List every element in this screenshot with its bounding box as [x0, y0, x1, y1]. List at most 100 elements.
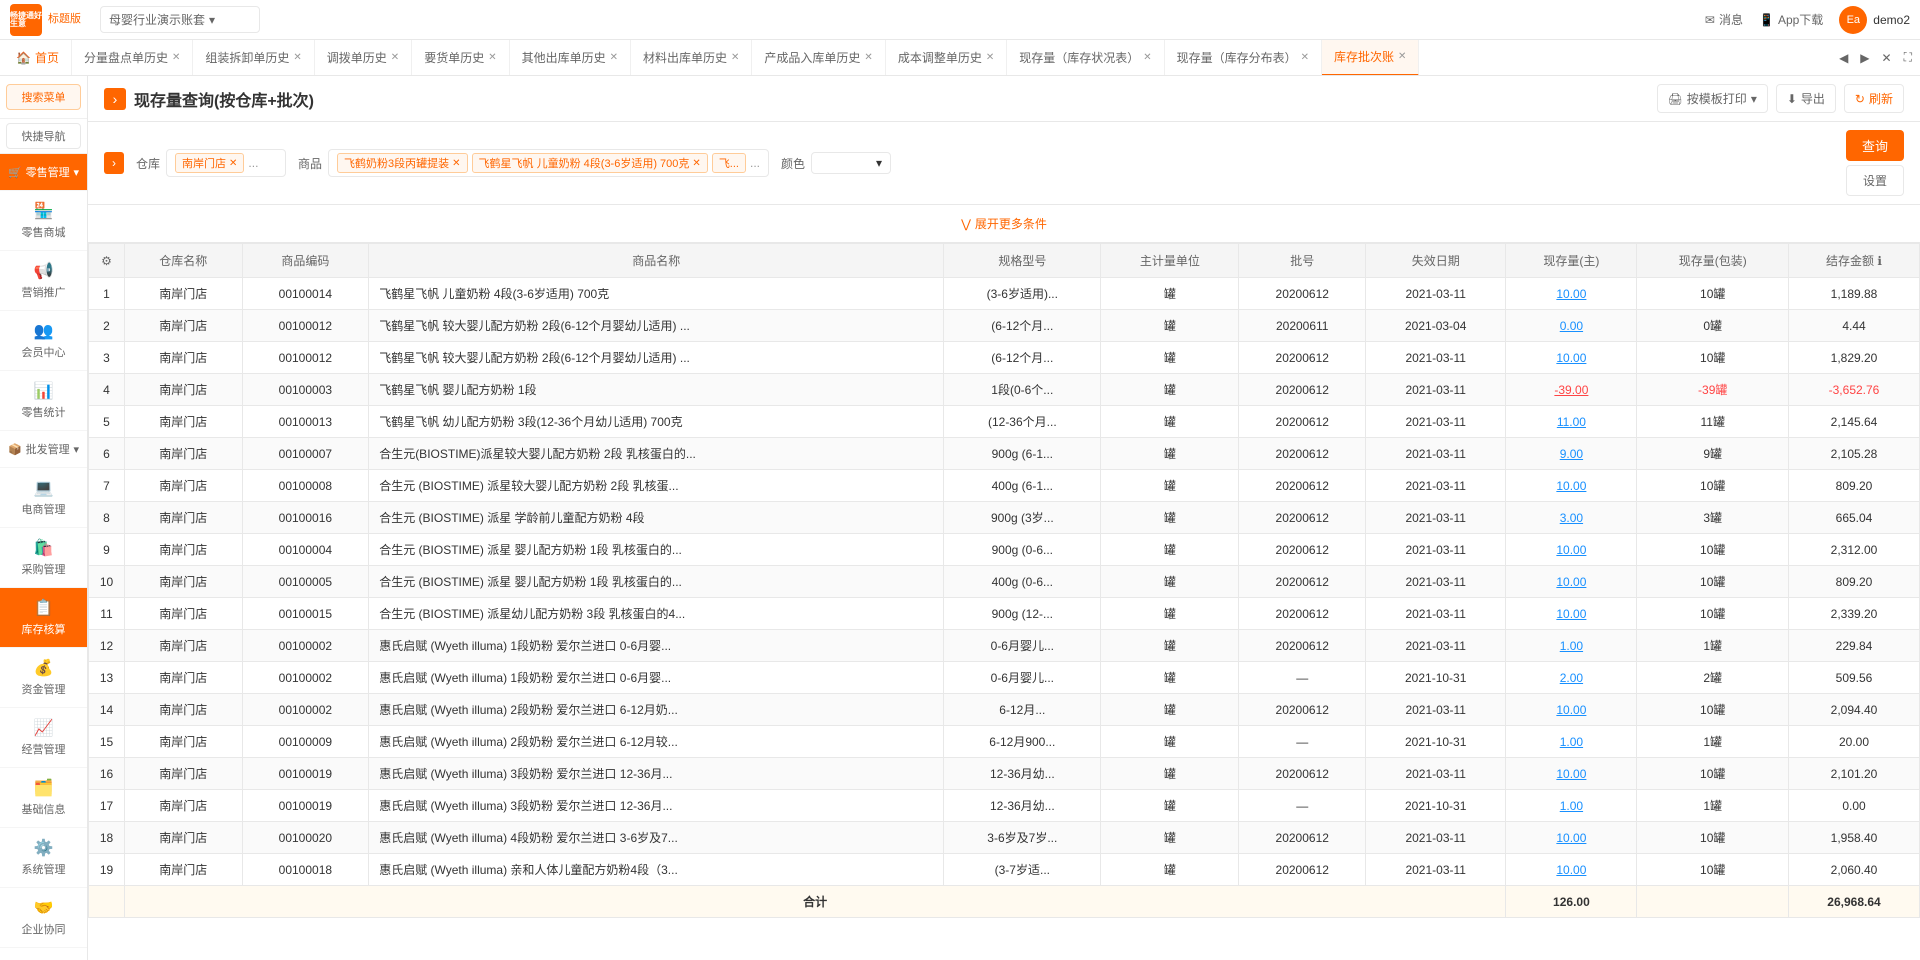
color-filter-input[interactable]: ▾	[811, 152, 891, 174]
app-download-button[interactable]: 📱 App下载	[1759, 11, 1823, 28]
user-avatar: Ea	[1839, 6, 1867, 34]
cell-warehouse: 南岸门店	[125, 534, 243, 566]
tab-other-out[interactable]: 其他出库单历史 ✕	[510, 40, 631, 76]
tab-prod-in[interactable]: 产成品入库单历史 ✕	[752, 40, 885, 76]
tab-inventory-dist[interactable]: 现存量（库存分布表） ✕	[1165, 40, 1322, 76]
cell-unit: 罐	[1101, 790, 1239, 822]
tab-other-out-close[interactable]: ✕	[610, 52, 618, 63]
cell-qty-pkg: 10罐	[1637, 758, 1789, 790]
tab-inventory-status[interactable]: 现存量（库存状况表） ✕	[1007, 40, 1164, 76]
sidebar-item-system[interactable]: ⚙️ 系统管理	[0, 828, 87, 888]
quick-nav-button[interactable]: 快捷导航	[6, 123, 81, 149]
setting-button[interactable]: 设置	[1846, 165, 1904, 196]
tab-cost-adj[interactable]: 成本调整单历史 ✕	[886, 40, 1007, 76]
tab-home[interactable]: 🏠 首页	[4, 40, 72, 76]
tab-yaohuo-close[interactable]: ✕	[488, 52, 496, 63]
sidebar-item-wholesale[interactable]: 📦 批发管理 ▾	[0, 431, 87, 468]
cell-qty-main[interactable]: 10.00	[1506, 566, 1637, 598]
cell-qty-main[interactable]: 2.00	[1506, 662, 1637, 694]
filter-product: 商品 飞鹤奶粉3段丙罐提装 ✕ 飞鹤星飞帆 儿童奶粉 4段(3-6岁适用) 70…	[298, 149, 769, 177]
sidebar-item-member[interactable]: 👥 会员中心	[0, 311, 87, 371]
filter-expand-button[interactable]: ›	[104, 152, 124, 174]
cell-qty-main[interactable]: 10.00	[1506, 598, 1637, 630]
sidebar-item-operations[interactable]: 📈 经营管理	[0, 708, 87, 768]
sidebar-item-enterprise[interactable]: 🤝 企业协同	[0, 888, 87, 948]
industry-select[interactable]: 母婴行业演示账套 ▾	[100, 6, 260, 33]
cell-qty-main[interactable]: 10.00	[1506, 534, 1637, 566]
sidebar-item-ecommerce[interactable]: 💻 电商管理	[0, 468, 87, 528]
tab-inventory-dist-close[interactable]: ✕	[1301, 52, 1309, 63]
tab-inventory-status-close[interactable]: ✕	[1143, 52, 1151, 63]
warehouse-filter-input[interactable]: 南岸门店 ✕ ...	[166, 149, 286, 177]
sidebar-item-inventory[interactable]: 📋 库存核算	[0, 588, 87, 648]
cell-spec: 3-6岁及7岁...	[944, 822, 1101, 854]
print-dropdown-icon: ▾	[1751, 92, 1757, 106]
sidebar-item-retail-mall[interactable]: 🏪 零售商城	[0, 191, 87, 251]
sidebar-item-retail-stats[interactable]: 📊 零售统计	[0, 371, 87, 431]
tab-zuchai-close[interactable]: ✕	[293, 52, 301, 63]
tab-fullscreen-button[interactable]: ⛶	[1900, 48, 1916, 67]
cell-qty-main[interactable]: 1.00	[1506, 790, 1637, 822]
tab-yaohuo[interactable]: 要货单历史 ✕	[412, 40, 509, 76]
col-settings[interactable]: ⚙	[89, 244, 125, 278]
refresh-button[interactable]: ↻ 刷新	[1844, 84, 1904, 113]
sidebar-item-purchase[interactable]: 🛍️ 采购管理	[0, 528, 87, 588]
cell-qty-main[interactable]: 10.00	[1506, 758, 1637, 790]
cell-qty-main[interactable]: 10.00	[1506, 278, 1637, 310]
tab-fenban[interactable]: 分量盘点单历史 ✕	[72, 40, 193, 76]
tab-batch-voucher[interactable]: 库存批次账 ✕	[1322, 40, 1419, 76]
search-menu-button[interactable]: 搜索菜单	[6, 84, 81, 110]
tab-prod-in-close[interactable]: ✕	[864, 52, 872, 63]
print-button[interactable]: 🖨 按模板打印 ▾	[1657, 84, 1768, 113]
cell-batch: 20200612	[1239, 758, 1366, 790]
cell-qty-main[interactable]: 10.00	[1506, 342, 1637, 374]
tab-batch-voucher-close[interactable]: ✕	[1398, 51, 1406, 62]
cell-batch: 20200612	[1239, 694, 1366, 726]
tab-prev-button[interactable]: ◀	[1835, 49, 1852, 67]
cell-qty-pkg: 0罐	[1637, 310, 1789, 342]
tab-cost-adj-close[interactable]: ✕	[986, 52, 994, 63]
col-warehouse: 仓库名称	[125, 244, 243, 278]
cell-qty-main[interactable]: 1.00	[1506, 630, 1637, 662]
sidebar-item-finance[interactable]: 💰 资金管理	[0, 648, 87, 708]
product-filter-more[interactable]: ...	[750, 156, 760, 170]
cell-warehouse: 南岸门店	[125, 790, 243, 822]
cell-balance: 2,312.00	[1789, 534, 1920, 566]
product-tag-2-remove[interactable]: ✕	[692, 158, 700, 169]
sidebar-item-guide[interactable]: 📖 新手引导	[0, 948, 87, 960]
cell-qty-main[interactable]: 0.00	[1506, 310, 1637, 342]
cell-qty-main[interactable]: 9.00	[1506, 438, 1637, 470]
tab-diaobo-close[interactable]: ✕	[391, 52, 399, 63]
tab-zuchai[interactable]: 组装拆卸单历史 ✕	[193, 40, 314, 76]
cell-qty-main[interactable]: -39.00	[1506, 374, 1637, 406]
warehouse-filter-more[interactable]: ...	[248, 156, 258, 170]
col-qty-main: 现存量(主)	[1506, 244, 1637, 278]
message-button[interactable]: ✉ 消息	[1705, 11, 1743, 28]
cell-product-name: 合生元 (BIOSTIME) 派星 婴儿配方奶粉 1段 乳核蛋白的...	[369, 534, 944, 566]
tab-mat-out[interactable]: 材料出库单历史 ✕	[631, 40, 752, 76]
warehouse-tag-remove[interactable]: ✕	[229, 158, 237, 169]
cell-qty-main[interactable]: 11.00	[1506, 406, 1637, 438]
export-button[interactable]: ⬇ 导出	[1776, 84, 1836, 113]
cell-qty-main[interactable]: 10.00	[1506, 694, 1637, 726]
cell-qty-main[interactable]: 10.00	[1506, 822, 1637, 854]
cell-qty-main[interactable]: 1.00	[1506, 726, 1637, 758]
tab-close-button[interactable]: ✕	[1878, 49, 1896, 67]
tab-next-button[interactable]: ▶	[1856, 49, 1873, 67]
tab-mat-out-close[interactable]: ✕	[731, 52, 739, 63]
product-filter-input[interactable]: 飞鹤奶粉3段丙罐提装 ✕ 飞鹤星飞帆 儿童奶粉 4段(3-6岁适用) 700克 …	[328, 149, 769, 177]
cell-qty-main[interactable]: 10.00	[1506, 854, 1637, 886]
tab-fenban-close[interactable]: ✕	[172, 52, 180, 63]
tab-diaobo[interactable]: 调拨单历史 ✕	[315, 40, 412, 76]
sidebar-item-marketing[interactable]: 📢 营销推广	[0, 251, 87, 311]
user-profile[interactable]: Ea demo2	[1839, 6, 1910, 34]
product-tag-1-remove[interactable]: ✕	[452, 158, 460, 169]
sidebar-toggle-button[interactable]: ›	[104, 88, 126, 110]
cell-unit: 罐	[1101, 374, 1239, 406]
query-button[interactable]: 查询	[1846, 130, 1904, 161]
sidebar-item-retail[interactable]: 🛒 零售管理 ▾	[0, 154, 87, 191]
expand-more-button[interactable]: ⋁ 展开更多条件	[88, 209, 1920, 238]
sidebar-item-basic[interactable]: 🗂️ 基础信息	[0, 768, 87, 828]
cell-qty-main[interactable]: 10.00	[1506, 470, 1637, 502]
cell-qty-main[interactable]: 3.00	[1506, 502, 1637, 534]
